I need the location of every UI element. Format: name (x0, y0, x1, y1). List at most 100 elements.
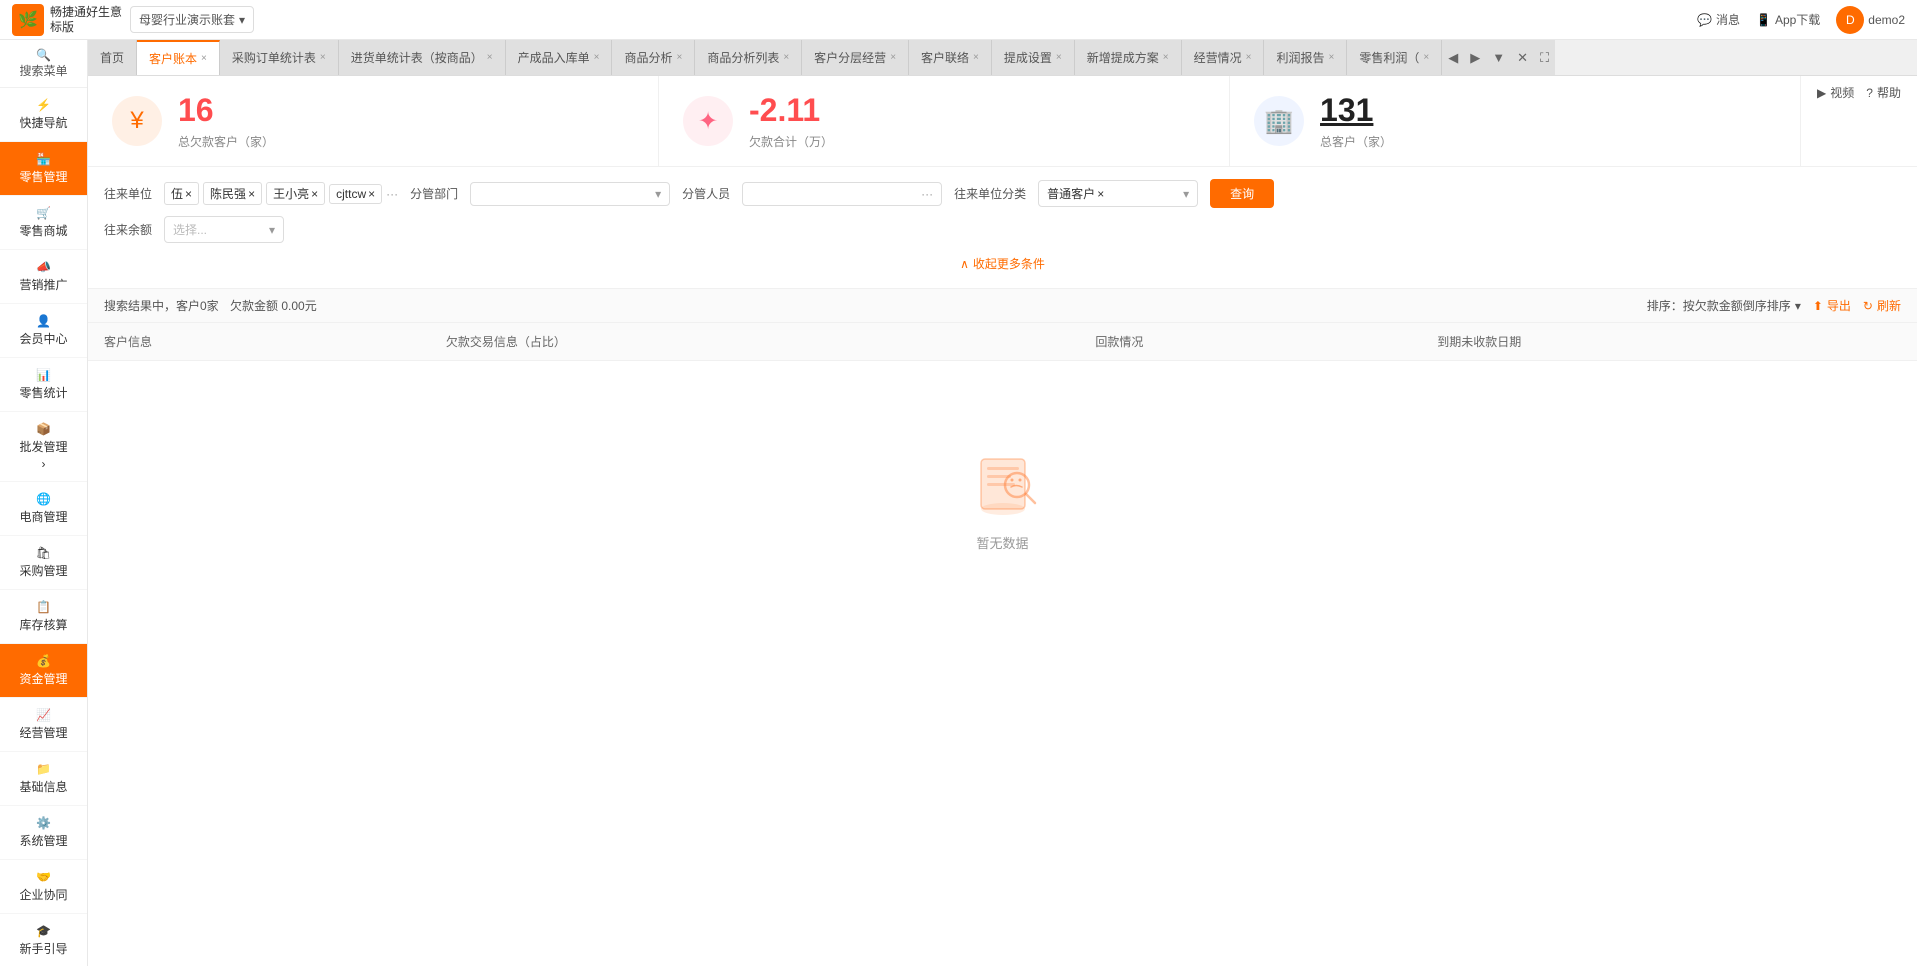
sidebar-item-inventory[interactable]: 📋 库存核算 (0, 590, 87, 644)
messages-label: 消息 (1716, 11, 1740, 28)
tag-wu-label: 伍 (171, 185, 183, 202)
tag-wang-label: 王小亮 (273, 185, 309, 202)
tab-customer-contact-label: 客户联络 (921, 49, 969, 66)
sort-select[interactable]: 排序：按欠款金额倒序排序 ▾ (1647, 297, 1801, 314)
tab-inbound-close[interactable]: × (487, 52, 493, 63)
export-button[interactable]: ⬆ 导出 (1813, 297, 1851, 314)
enterprise-selector[interactable]: 母婴行业演示账套 ▾ (130, 6, 254, 33)
department-select[interactable]: ▾ (470, 182, 670, 206)
col-debt-info: 欠款交易信息（占比） (430, 323, 1080, 361)
tab-customer-contact[interactable]: 客户联络 × (909, 40, 992, 76)
filter-row-1: 往来单位 伍 × 陈民强 × 王小亮 (104, 179, 1901, 208)
tab-product-close[interactable]: × (676, 52, 682, 63)
unit-more[interactable]: ··· (386, 187, 398, 201)
tab-new-promotion-close[interactable]: × (1163, 52, 1169, 63)
tab-product-analysis[interactable]: 商品分析 × (612, 40, 695, 76)
app-download-action[interactable]: 📱 App下载 (1756, 11, 1820, 28)
tab-customer-accounts[interactable]: 客户账本 × (137, 40, 220, 76)
tab-production-label: 产成品入库单 (518, 49, 590, 66)
tab-promotion-settings[interactable]: 提成设置 × (992, 40, 1075, 76)
tab-retail-profit-close[interactable]: × (1423, 52, 1429, 63)
top-bar-left: 🌿 畅捷通好生意标版 母婴行业演示账套 ▾ (12, 4, 254, 36)
tab-product-list-close[interactable]: × (783, 52, 789, 63)
sidebar-mall-label: 零售商城 (19, 222, 67, 239)
tab-product-list[interactable]: 商品分析列表 × (695, 40, 802, 76)
stat-debt-info: -2.11 欠款合计（万） (749, 92, 833, 150)
unit-class-select[interactable]: 普通客户 × ▾ (1038, 180, 1198, 207)
sidebar-stats-label: 零售统计 (19, 384, 67, 401)
tab-production[interactable]: 产成品入库单 × (506, 40, 613, 76)
stat-customers-icon: 🏢 (1254, 96, 1304, 146)
help-action[interactable]: ? 帮助 (1866, 84, 1901, 101)
sidebar-item-retail-stats[interactable]: 📊 零售统计 (0, 358, 87, 412)
tab-nav-prev[interactable]: ◀ (1442, 40, 1464, 76)
sidebar-item-new-guide[interactable]: 🎓 新手引导 (0, 914, 87, 966)
tab-inbound-stats[interactable]: 进货单统计表（按商品） × (339, 40, 506, 76)
collapse-button[interactable]: ∧ 收起更多条件 (104, 251, 1901, 276)
sidebar-item-member[interactable]: 👤 会员中心 (0, 304, 87, 358)
message-icon: 💬 (1697, 13, 1712, 27)
sidebar-item-retail-mall[interactable]: 🛒 零售商城 (0, 196, 87, 250)
person-select[interactable]: ··· (742, 182, 942, 206)
col-due-date-label: 到期未收款日期 (1437, 335, 1521, 349)
tag-wang-remove[interactable]: × (311, 187, 318, 201)
tab-profit[interactable]: 利润报告 × (1264, 40, 1347, 76)
tab-new-promotion[interactable]: 新增提成方案 × (1075, 40, 1182, 76)
sidebar-nav-label: 快捷导航 (19, 114, 67, 131)
tab-purchase-order[interactable]: 采购订单统计表 × (220, 40, 339, 76)
basic-info-icon: 📁 (36, 762, 51, 776)
tab-retail-profit[interactable]: 零售利润（ × (1347, 40, 1442, 76)
amount-select[interactable]: 选择... ▾ (164, 216, 284, 243)
tab-customer-contact-close[interactable]: × (973, 52, 979, 63)
user-action[interactable]: D demo2 (1836, 6, 1905, 34)
tab-profit-close[interactable]: × (1328, 52, 1334, 63)
sidebar-item-operations[interactable]: 📈 经营管理 (0, 698, 87, 752)
query-button[interactable]: 查询 (1210, 179, 1274, 208)
messages-action[interactable]: 💬 消息 (1697, 11, 1740, 28)
tab-customer-accounts-close[interactable]: × (201, 53, 207, 64)
tab-retail-profit-label: 零售利润（ (1359, 49, 1419, 66)
help-label: 帮助 (1877, 84, 1901, 101)
tab-operations-close[interactable]: × (1246, 52, 1252, 63)
sidebar-item-wholesale[interactable]: 📦 批发管理 › (0, 412, 87, 482)
tab-new-promotion-label: 新增提成方案 (1087, 49, 1159, 66)
sidebar-item-marketing[interactable]: 📣 营销推广 (0, 250, 87, 304)
enterprise-name: 母婴行业演示账套 (139, 11, 235, 28)
tag-cj-remove[interactable]: × (368, 187, 375, 201)
tab-operations[interactable]: 经营情况 × (1182, 40, 1265, 76)
refresh-button[interactable]: ↻ 刷新 (1863, 297, 1901, 314)
stat-customers: 🏢 131 总客户（家） (1230, 76, 1801, 166)
video-action[interactable]: ▶ 视频 (1817, 84, 1854, 101)
tab-promotion-settings-close[interactable]: × (1056, 52, 1062, 63)
top-bar: 🌿 畅捷通好生意标版 母婴行业演示账套 ▾ 💬 消息 📱 App下载 D dem… (0, 0, 1917, 40)
sidebar-item-system[interactable]: ⚙️ 系统管理 (0, 806, 87, 860)
tab-production-close[interactable]: × (594, 52, 600, 63)
tab-nav-next[interactable]: ▶ (1464, 40, 1486, 76)
tab-purchase-close[interactable]: × (320, 52, 326, 63)
sidebar-item-basic-info[interactable]: 📁 基础信息 (0, 752, 87, 806)
sidebar-item-enterprise-coop[interactable]: 🤝 企业协同 (0, 860, 87, 914)
sidebar-item-nav[interactable]: ⚡ 快捷导航 (0, 88, 87, 142)
amount-placeholder: 选择... (173, 221, 207, 238)
sidebar-item-ecommerce[interactable]: 🌐 电商管理 (0, 482, 87, 536)
sidebar-item-retail-mgmt[interactable]: 🏪 零售管理 (0, 142, 87, 196)
guide-icon: 🎓 (36, 924, 51, 938)
sidebar-item-capital[interactable]: 💰 资金管理 (0, 644, 87, 698)
sidebar-item-purchase[interactable]: 🛍 采购管理 (0, 536, 87, 590)
tab-fullscreen[interactable]: ⛶ (1534, 40, 1555, 76)
tag-wu-remove[interactable]: × (185, 187, 192, 201)
tab-customer-seg-label: 客户分层经营 (814, 49, 886, 66)
top-bar-right: 💬 消息 📱 App下载 D demo2 (1697, 6, 1905, 34)
unit-class-tag-remove[interactable]: × (1097, 187, 1104, 201)
tab-nav-more[interactable]: ▼ (1486, 40, 1511, 76)
stats-row: ¥ 16 总欠款客户（家） ✦ -2.11 欠款合计（万） (88, 76, 1917, 167)
tab-close-all[interactable]: ✕ (1511, 40, 1534, 76)
tab-customer-seg[interactable]: 客户分层经营 × (802, 40, 909, 76)
tab-profit-label: 利润报告 (1276, 49, 1324, 66)
sidebar-search[interactable]: 🔍 搜索菜单 (0, 40, 87, 88)
video-label: 视频 (1830, 84, 1854, 101)
tab-customer-seg-close[interactable]: × (890, 52, 896, 63)
tab-home[interactable]: 首页 (88, 40, 137, 76)
col-repayment: 回款情况 (1079, 323, 1421, 361)
tag-chen-remove[interactable]: × (248, 187, 255, 201)
